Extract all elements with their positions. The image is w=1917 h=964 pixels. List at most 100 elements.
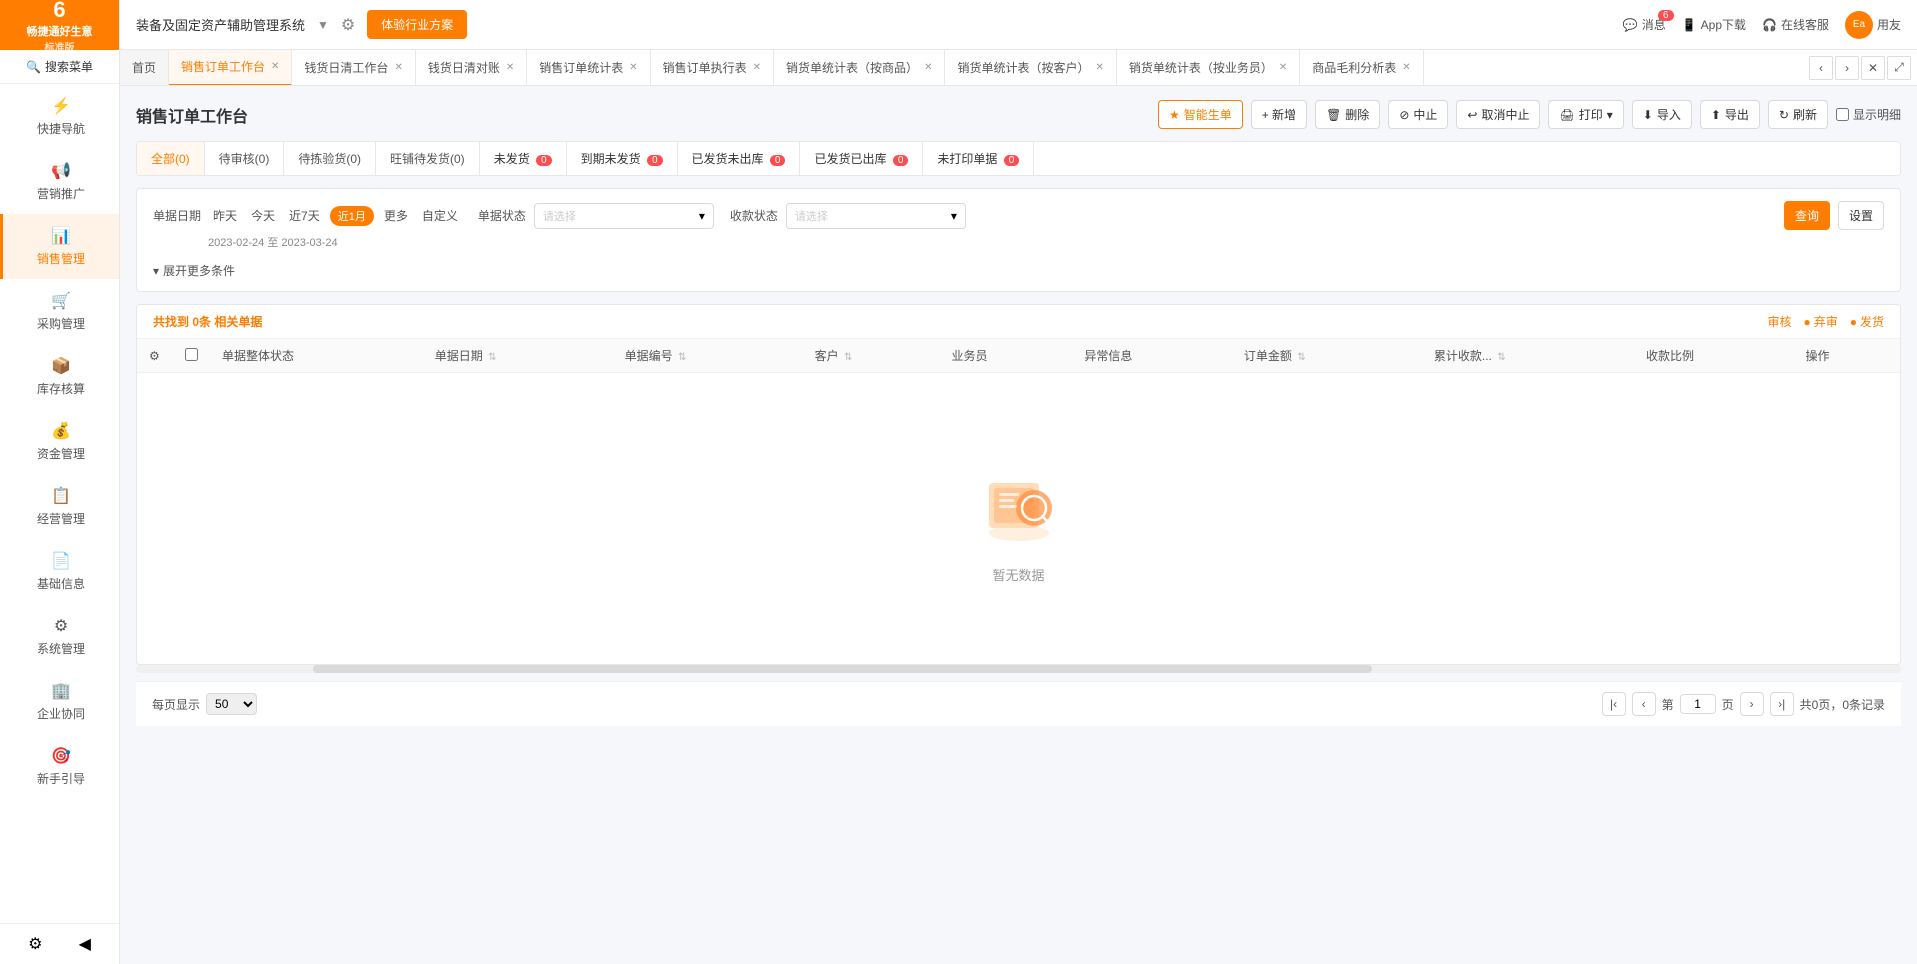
sidebar-item-operations[interactable]: 📋 经营管理	[0, 474, 119, 539]
subtab-wangpu-pending-ship[interactable]: 旺铺待发货(0)	[376, 142, 480, 175]
sidebar-item-enterprise[interactable]: 🏢 企业协同	[0, 669, 119, 734]
query-button[interactable]: 查询	[1784, 201, 1830, 230]
tab-sales-stats-product[interactable]: 销货单统计表（按商品） ✕	[774, 50, 945, 86]
tab-sales-order-workbench[interactable]: 销售订单工作台 ✕	[169, 50, 292, 86]
tab-close-all-button[interactable]: ✕	[1861, 56, 1885, 80]
tab-close-icon-2[interactable]: ✕	[394, 62, 402, 73]
sidebar-item-sys-mgmt[interactable]: ⚙ 系统管理	[0, 604, 119, 669]
topbar-settings-icon[interactable]: ⚙	[341, 15, 355, 35]
date-more-btn[interactable]: 更多	[380, 205, 412, 226]
tab-close-icon-9[interactable]: ✕	[1402, 62, 1410, 73]
page-title: 销售订单工作台	[136, 103, 248, 127]
tab-sales-order-exec[interactable]: 销售订单执行表 ✕	[651, 50, 774, 86]
sidebar-item-base-info[interactable]: 📄 基础信息	[0, 539, 119, 604]
message-icon-item[interactable]: 💬 消息 6	[1623, 16, 1666, 33]
sidebar-collapse-icon[interactable]: ◀	[79, 934, 91, 954]
new-button[interactable]: + 新增	[1251, 100, 1307, 129]
date-custom-btn[interactable]: 自定义	[418, 205, 462, 226]
filter-settings-button[interactable]: 设置	[1838, 201, 1884, 230]
tab-close-icon-5[interactable]: ✕	[753, 62, 761, 73]
import-button[interactable]: ⬇ 导入	[1632, 100, 1692, 129]
sidebar-item-inventory[interactable]: 📦 库存核算	[0, 344, 119, 409]
online-service-item[interactable]: 🎧 在线客服	[1762, 16, 1829, 33]
subtab-overdue-unshipped[interactable]: 到期未发货 0	[567, 142, 678, 175]
tab-close-icon[interactable]: ✕	[271, 61, 279, 72]
scrollbar-thumb[interactable]	[313, 665, 1372, 673]
export-button[interactable]: ⬆ 导出	[1700, 100, 1760, 129]
tab-cash-goods-reconcile[interactable]: 钱货日清对账 ✕	[416, 50, 527, 86]
column-settings-icon[interactable]: ⚙	[149, 349, 160, 363]
tab-next-button[interactable]: ›	[1835, 56, 1859, 80]
expand-filter-button[interactable]: ▾ 展开更多条件	[153, 256, 1884, 279]
th-settings[interactable]: ⚙	[137, 339, 173, 373]
tab-product-margin[interactable]: 商品毛利分析表 ✕	[1300, 50, 1423, 86]
sidebar-bottom: ⚙ ◀	[0, 923, 119, 964]
tab-sales-stats-staff[interactable]: 销货单统计表（按业务员） ✕	[1117, 50, 1300, 86]
tab-sales-stats-customer[interactable]: 销货单统计表（按客户） ✕	[945, 50, 1116, 86]
tab-close-icon-6[interactable]: ✕	[924, 62, 932, 73]
user-account-item[interactable]: Ea 用友	[1845, 11, 1901, 39]
subtab-all[interactable]: 全部(0)	[137, 142, 205, 175]
sidebar-item-guide[interactable]: 🎯 新手引导	[0, 734, 119, 799]
industry-solution-button[interactable]: 体验行业方案	[367, 10, 467, 39]
subtab-pending-review[interactable]: 待审核(0)	[205, 142, 285, 175]
sidebar-search[interactable]: 🔍 搜索菜单	[0, 50, 119, 84]
tab-sales-order-stats[interactable]: 销售订单统计表 ✕	[527, 50, 650, 86]
tab-close-icon-3[interactable]: ✕	[506, 62, 514, 73]
sidebar-item-marketing[interactable]: 📢 营销推广	[0, 149, 119, 214]
refresh-button[interactable]: ↻ 刷新	[1768, 100, 1828, 129]
sidebar-item-purchase[interactable]: 🛒 采购管理	[0, 279, 119, 344]
tab-fullscreen-button[interactable]: ⤢	[1887, 56, 1911, 80]
th-number[interactable]: 单据编号 ⇅	[613, 339, 803, 373]
tab-close-icon-4[interactable]: ✕	[629, 62, 637, 73]
cancel-audit-label: 弃审	[1814, 313, 1838, 330]
subtab-unshipped[interactable]: 未发货 0	[480, 142, 567, 175]
subtab-shipped-out[interactable]: 已发货已出库 0	[800, 142, 923, 175]
ship-button[interactable]: ● 发货	[1850, 313, 1884, 330]
sidebar-item-finance[interactable]: 💰 资金管理	[0, 409, 119, 474]
delete-button[interactable]: 🗑 删除	[1315, 100, 1380, 129]
tab-home[interactable]: 首页	[120, 50, 169, 86]
subtab-shipped-not-out[interactable]: 已发货未出库 0	[678, 142, 801, 175]
th-salesperson-label: 业务员	[951, 349, 987, 363]
smart-create-button[interactable]: ★ 智能生单	[1158, 100, 1243, 129]
base-info-icon: 📄	[51, 551, 71, 571]
select-all-checkbox[interactable]	[185, 348, 198, 361]
sidebar-settings-icon[interactable]: ⚙	[28, 934, 42, 954]
first-page-button[interactable]: |‹	[1602, 692, 1626, 716]
tab-cash-daily-clear[interactable]: 钱货日清工作台 ✕	[292, 50, 415, 86]
cancel-audit-button[interactable]: ● 弃审	[1803, 313, 1837, 330]
th-checkbox[interactable]	[173, 339, 210, 373]
subtab-unprinted[interactable]: 未打印单据 0	[923, 142, 1034, 175]
sidebar-item-quick-nav[interactable]: ⚡ 快捷导航	[0, 84, 119, 149]
page-number-input[interactable]	[1680, 694, 1716, 714]
tab-prev-button[interactable]: ‹	[1809, 56, 1833, 80]
suspend-button[interactable]: ⊘ 中止	[1388, 100, 1448, 129]
page-size-select[interactable]: 10 20 50 100	[206, 693, 257, 715]
tab-close-icon-8[interactable]: ✕	[1279, 62, 1287, 73]
topbar-expand-icon[interactable]: ▼	[317, 18, 329, 32]
horizontal-scrollbar[interactable]	[136, 665, 1901, 673]
audit-button[interactable]: 审核	[1767, 313, 1791, 330]
date-1month-btn[interactable]: 近1月	[330, 206, 374, 226]
date-yesterday-btn[interactable]: 昨天	[209, 205, 241, 226]
cancel-suspend-button[interactable]: ↩ 取消中止	[1456, 100, 1540, 129]
print-button[interactable]: 🖨 打印 ▾	[1548, 100, 1623, 129]
th-received[interactable]: 累计收款... ⇅	[1422, 339, 1634, 373]
date-7days-btn[interactable]: 近7天	[285, 205, 324, 226]
th-amount[interactable]: 订单金额 ⇅	[1232, 339, 1422, 373]
tab-close-icon-7[interactable]: ✕	[1095, 62, 1103, 73]
show-details-checkbox[interactable]	[1836, 108, 1849, 121]
last-page-button[interactable]: ›|	[1770, 692, 1794, 716]
app-download-item[interactable]: 📱 App下载	[1682, 16, 1746, 33]
payment-status-select[interactable]: 请选择 ▾	[786, 203, 966, 229]
subtab-pending-inspect[interactable]: 待拣验货(0)	[284, 142, 376, 175]
th-date[interactable]: 单据日期 ⇅	[423, 339, 613, 373]
date-today-btn[interactable]: 今天	[247, 205, 279, 226]
show-details-toggle[interactable]: 显示明细	[1836, 106, 1901, 123]
th-customer[interactable]: 客户 ⇅	[803, 339, 940, 373]
sidebar-item-sales[interactable]: 📊 销售管理	[0, 214, 119, 279]
prev-page-button[interactable]: ‹	[1632, 692, 1656, 716]
status-select[interactable]: 请选择 ▾	[534, 203, 714, 229]
next-page-button[interactable]: ›	[1740, 692, 1764, 716]
